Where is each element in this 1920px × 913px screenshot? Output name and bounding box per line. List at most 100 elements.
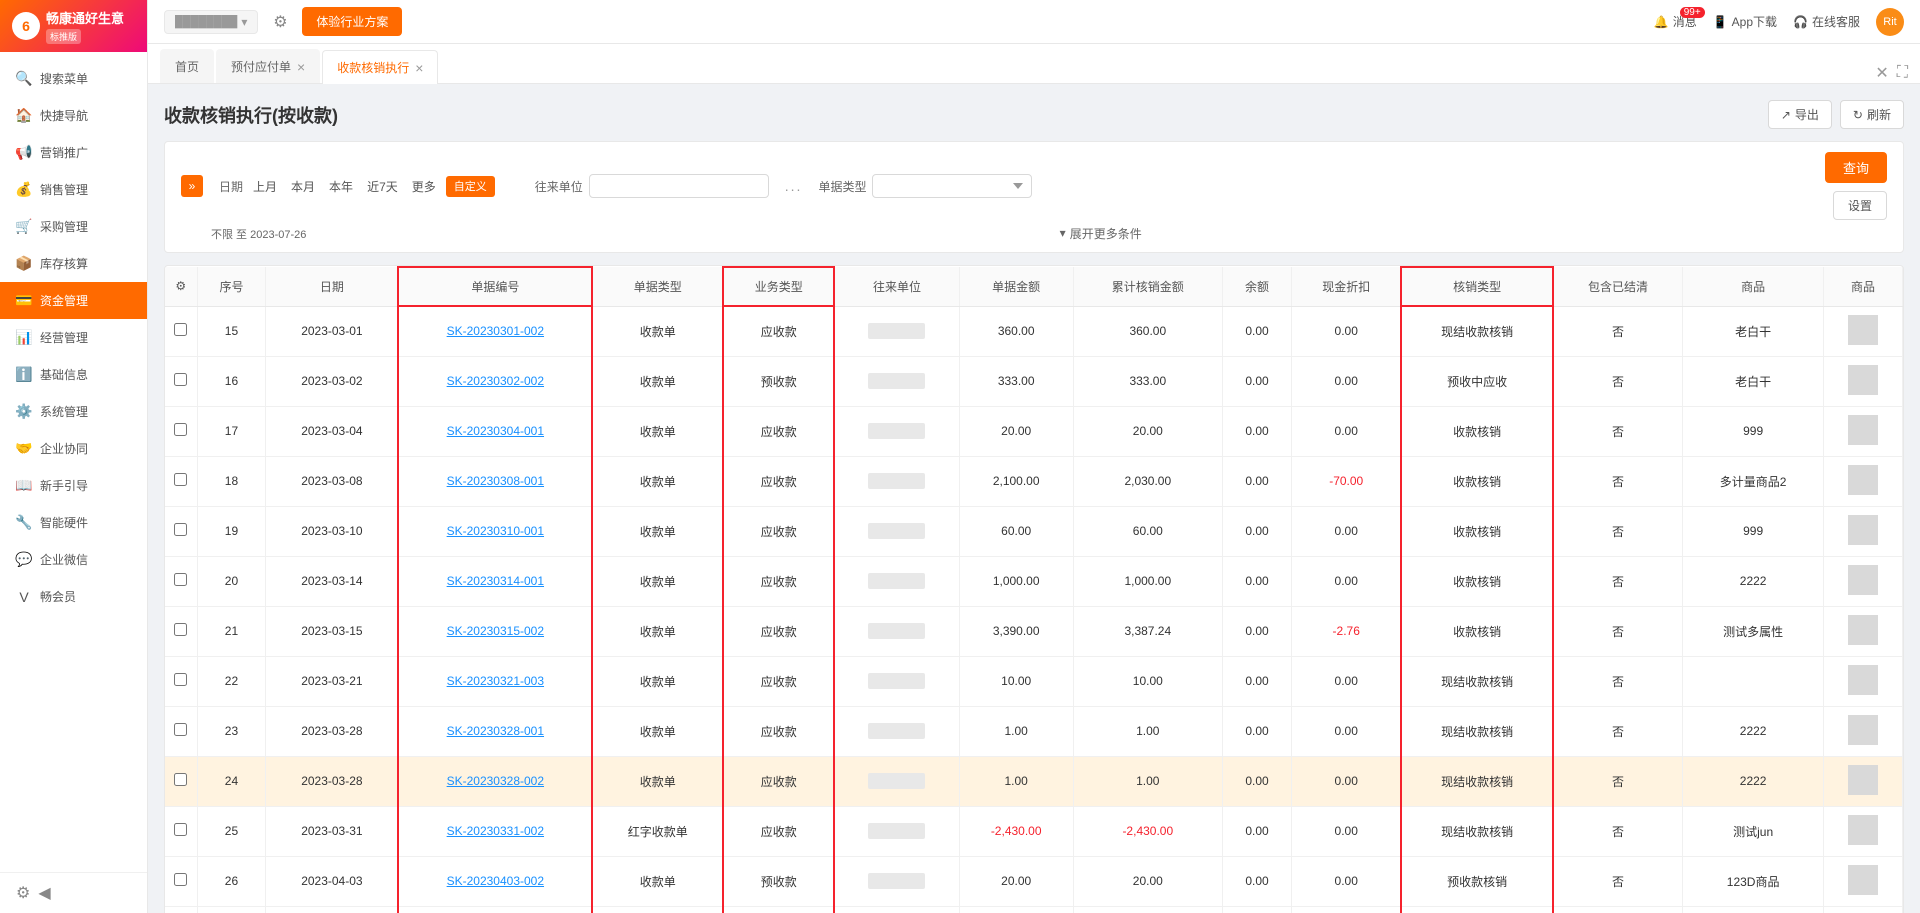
doc-no-link[interactable]: SK-20230302-002: [447, 374, 544, 388]
sidebar-item-operations[interactable]: 📊 经营管理: [0, 319, 147, 356]
partner-label: 往来单位: [535, 178, 583, 195]
doc-type-select[interactable]: [872, 174, 1032, 198]
cell-goods2: [1823, 406, 1902, 456]
sidebar-item-inventory[interactable]: 📦 库存核算: [0, 245, 147, 282]
table-row: 22 2023-03-21 SK-20230321-003 收款单 应收款 ██…: [165, 656, 1903, 706]
cell-checkbox[interactable]: [165, 606, 197, 656]
cell-discount: 0.00: [1291, 906, 1401, 913]
sidebar-item-sales[interactable]: 💰 销售管理: [0, 171, 147, 208]
cell-doc-type: 收款单: [592, 656, 723, 706]
doc-no-link[interactable]: SK-20230328-002: [447, 774, 544, 788]
sidebar-item-basic[interactable]: ℹ️ 基础信息: [0, 356, 147, 393]
company-selector[interactable]: ████████ ▾: [164, 10, 258, 34]
cell-checkbox[interactable]: [165, 406, 197, 456]
sidebar-item-hardware[interactable]: 🔧 智能硬件: [0, 504, 147, 541]
doc-no-link[interactable]: SK-20230310-001: [447, 524, 544, 538]
cell-checkbox[interactable]: [165, 856, 197, 906]
doc-no-link[interactable]: SK-20230314-001: [447, 574, 544, 588]
cell-verified: 20.00: [1073, 856, 1223, 906]
date-this-month[interactable]: 本月: [287, 176, 319, 197]
sidebar-menu: 🔍 搜索菜单 🏠 快捷导航 📢 营销推广 💰 销售管理 🛒 采购管理 📦 库存核…: [0, 52, 147, 872]
sidebar-item-label-enterprise: 企业协同: [40, 440, 88, 457]
cell-doc-type: 收款单: [592, 306, 723, 356]
cell-checkbox[interactable]: [165, 306, 197, 356]
doc-no-link[interactable]: SK-20230403-002: [447, 874, 544, 888]
doc-no-link[interactable]: SK-20230315-002: [447, 624, 544, 638]
doc-no-link[interactable]: SK-20230304-001: [447, 424, 544, 438]
tab-prepay-close-icon[interactable]: ×: [297, 60, 305, 74]
sidebar-item-search[interactable]: 🔍 搜索菜单: [0, 60, 147, 97]
avatar[interactable]: Rit: [1876, 8, 1904, 36]
app-download-button[interactable]: 📱 App下载: [1713, 13, 1777, 30]
date-this-year[interactable]: 本年: [325, 176, 357, 197]
tab-home-label: 首页: [175, 58, 199, 75]
refresh-button[interactable]: ↻ 刷新: [1840, 100, 1904, 129]
cell-checkbox[interactable]: [165, 756, 197, 806]
online-service-button[interactable]: 🎧 在线客服: [1793, 13, 1860, 30]
close-tab-icon[interactable]: ✕: [1875, 63, 1888, 83]
sidebar-item-marketing[interactable]: 📢 营销推广: [0, 134, 147, 171]
tab-receipt-close-icon[interactable]: ×: [415, 61, 423, 75]
sidebar-item-system[interactable]: ⚙️ 系统管理: [0, 393, 147, 430]
cell-goods: 老白干: [1683, 356, 1824, 406]
cell-checkbox[interactable]: [165, 456, 197, 506]
doc-no-link[interactable]: SK-20230321-003: [447, 674, 544, 688]
cell-verified: 100.00: [1073, 906, 1223, 913]
cell-checkbox[interactable]: [165, 706, 197, 756]
doc-no-link[interactable]: SK-20230331-002: [447, 824, 544, 838]
query-button[interactable]: 查询: [1825, 152, 1887, 183]
sidebar-item-vip[interactable]: V 畅会员: [0, 578, 147, 615]
doc-no-link[interactable]: SK-20230308-001: [447, 474, 544, 488]
sidebar-item-wechat[interactable]: 💬 企业微信: [0, 541, 147, 578]
date-custom-button[interactable]: 自定义: [446, 176, 495, 197]
date-last-month[interactable]: 上月: [249, 176, 281, 197]
cell-verified: 360.00: [1073, 306, 1223, 356]
messages-button[interactable]: 🔔 消息 99+: [1654, 13, 1697, 30]
cell-balance: 0.00: [1223, 806, 1292, 856]
sidebar-item-finance[interactable]: 💳 资金管理: [0, 282, 147, 319]
col-no: 序号: [197, 267, 266, 306]
fullscreen-icon[interactable]: ⛶: [1897, 64, 1908, 82]
cell-checkbox[interactable]: [165, 506, 197, 556]
tab-prepay[interactable]: 预付应付单 ×: [216, 49, 320, 83]
sidebar-item-purchase[interactable]: 🛒 采购管理: [0, 208, 147, 245]
settings-gear-icon[interactable]: ⚙: [266, 8, 294, 36]
cell-biz-type: 应收款: [723, 806, 834, 856]
cell-checkbox[interactable]: [165, 656, 197, 706]
cell-no: 25: [197, 806, 266, 856]
sidebar-footer[interactable]: ⚙ ◀: [0, 872, 147, 913]
cell-goods2: [1823, 706, 1902, 756]
date-label: 日期: [219, 178, 243, 195]
cell-cancel-type: 收款核销: [1401, 556, 1552, 606]
cell-checkbox[interactable]: [165, 806, 197, 856]
collapse-icon[interactable]: ◀: [38, 883, 50, 903]
settings-icon[interactable]: ⚙: [16, 883, 30, 903]
cell-biz-type: 应收款: [723, 306, 834, 356]
partner-input[interactable]: [589, 174, 769, 198]
expand-conditions-button[interactable]: ▾ 展开更多条件: [1060, 225, 1142, 242]
date-last-7-days[interactable]: 近7天: [363, 176, 402, 197]
industry-solution-button[interactable]: 体验行业方案: [302, 7, 402, 36]
settings-button[interactable]: 设置: [1833, 191, 1887, 220]
main-area: ████████ ▾ ⚙ 体验行业方案 🔔 消息 99+ 📱 App下载 🎧 在…: [148, 0, 1920, 913]
cell-date: 2023-03-21: [266, 656, 399, 706]
cell-no: 21: [197, 606, 266, 656]
cell-goods2: [1823, 656, 1902, 706]
guide-icon: 📖: [16, 478, 32, 494]
cell-checkbox[interactable]: [165, 556, 197, 606]
sidebar-item-quick[interactable]: 🏠 快捷导航: [0, 97, 147, 134]
filter-expand-left-button[interactable]: »: [181, 175, 203, 197]
sidebar-item-guide[interactable]: 📖 新手引导: [0, 467, 147, 504]
doc-no-link[interactable]: SK-20230328-001: [447, 724, 544, 738]
cell-partner: ██: [834, 756, 959, 806]
tab-receipt[interactable]: 收款核销执行 ×: [322, 50, 438, 84]
doc-no-link[interactable]: SK-20230301-002: [447, 324, 544, 338]
cell-amount: 20.00: [959, 406, 1073, 456]
sidebar-item-enterprise[interactable]: 🤝 企业协同: [0, 430, 147, 467]
export-button[interactable]: ↗ 导出: [1768, 100, 1832, 129]
cell-checkbox[interactable]: [165, 356, 197, 406]
tab-home[interactable]: 首页: [160, 49, 214, 83]
cell-checkbox[interactable]: [165, 906, 197, 913]
cell-biz-type: 应收款: [723, 906, 834, 913]
date-more[interactable]: 更多: [408, 176, 440, 197]
